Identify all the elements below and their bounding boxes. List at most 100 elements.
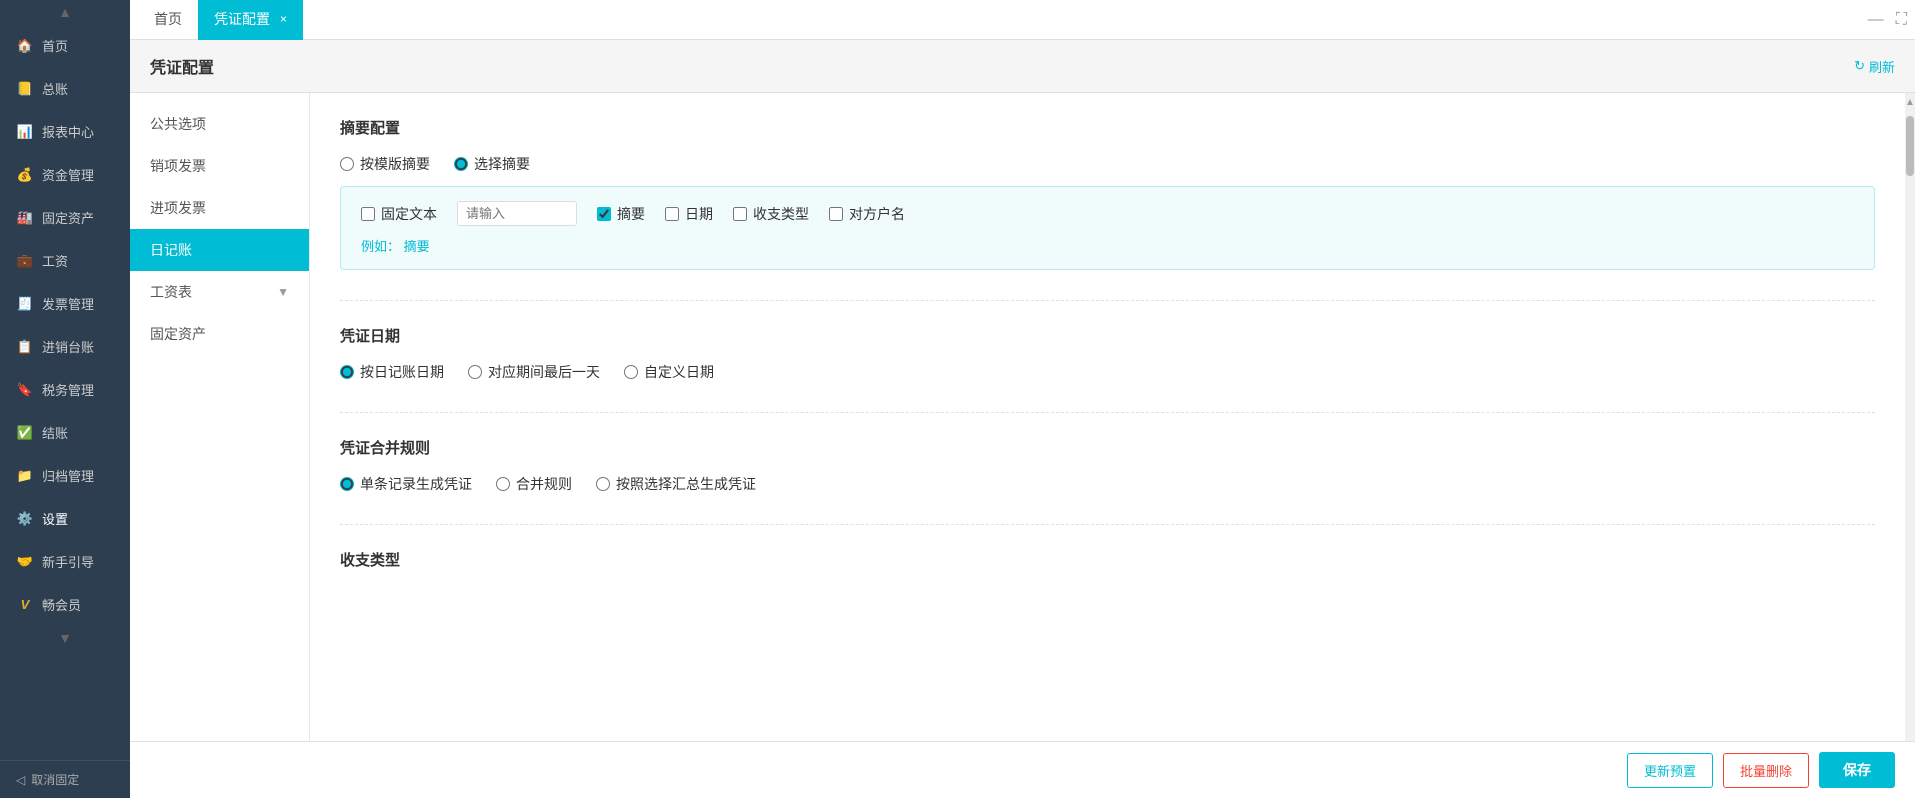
minimize-button[interactable]: —: [1868, 11, 1884, 29]
voucher-date-radio-group: 按日记账日期 对应期间最后一天 自定义日期: [340, 362, 1875, 382]
sidebar-item-invoice[interactable]: 🧾 发票管理: [0, 282, 130, 325]
summary-radio-template[interactable]: 按模版摘要: [340, 154, 430, 174]
payroll-icon: 💼: [16, 252, 34, 270]
window-controls: — ⛶: [1868, 11, 1907, 29]
sidebar-item-funds[interactable]: 💰 资金管理: [0, 153, 130, 196]
voucher-date-custom-input[interactable]: [624, 365, 638, 379]
merge-rule-section: 凭证合并规则 单条记录生成凭证 合并规则 按照选择汇总生成凭证: [340, 437, 1875, 494]
voucher-date-journal-input[interactable]: [340, 365, 354, 379]
summary-radio-select[interactable]: 选择摘要: [454, 154, 530, 174]
merge-rule-summary-label: 按照选择汇总生成凭证: [616, 474, 756, 494]
sidebar-label-reports: 报表中心: [42, 122, 94, 141]
refresh-button[interactable]: ↻ 刷新: [1854, 57, 1895, 76]
sidebar-item-vip[interactable]: V 畅会员: [0, 583, 130, 626]
date-checkbox[interactable]: [665, 207, 679, 221]
settings-icon: ⚙️: [16, 510, 34, 528]
summary-radio-template-label: 按模版摘要: [360, 154, 430, 174]
sidebar-item-archive[interactable]: 📁 归档管理: [0, 454, 130, 497]
archive-icon: 📁: [16, 467, 34, 485]
tab-voucher-config[interactable]: 凭证配置 ×: [198, 0, 303, 40]
merge-rule-summary-input[interactable]: [596, 477, 610, 491]
checkbox-config-area: 固定文本 摘要 日期: [340, 186, 1875, 270]
sidebar-label-vip: 畅会员: [42, 595, 81, 614]
save-button[interactable]: 保存: [1819, 752, 1895, 788]
sidebar-item-purchase-sale[interactable]: 📋 进销台账: [0, 325, 130, 368]
sidebar-item-closing[interactable]: ✅ 结账: [0, 411, 130, 454]
left-nav-sales-invoice[interactable]: 销项发票: [130, 145, 309, 187]
voucher-date-radio-period-last[interactable]: 对应期间最后一天: [468, 362, 600, 382]
checkbox-fixed-text[interactable]: 固定文本: [361, 204, 437, 224]
left-nav-label-fixed-assets: 固定资产: [150, 324, 206, 344]
sidebar-item-fixed-assets[interactable]: 🏭 固定资产: [0, 196, 130, 239]
purchase-sale-icon: 📋: [16, 338, 34, 356]
summary-radio-template-input[interactable]: [340, 157, 354, 171]
voucher-date-period-last-input[interactable]: [468, 365, 482, 379]
voucher-date-journal-label: 按日记账日期: [360, 362, 444, 382]
reports-icon: 📊: [16, 123, 34, 141]
sidebar-scroll-down[interactable]: ▼: [0, 626, 130, 650]
summary-radio-select-input[interactable]: [454, 157, 468, 171]
sidebar: ▲ 🏠 首页 📒 总账 📊 报表中心 💰 资金管理 🏭 固定资产 💼 工资 🧾 …: [0, 0, 130, 798]
sidebar-item-guide[interactable]: 🤝 新手引导: [0, 540, 130, 583]
sidebar-item-payroll[interactable]: 💼 工资: [0, 239, 130, 282]
content-area: 公共选项 销项发票 进项发票 日记账 工资表 ▼ 固定资产: [130, 93, 1915, 741]
counterpart-checkbox[interactable]: [829, 207, 843, 221]
sidebar-scroll-up[interactable]: ▲: [0, 0, 130, 24]
merge-rule-single-input[interactable]: [340, 477, 354, 491]
divider-2: [340, 412, 1875, 413]
merge-rule-title: 凭证合并规则: [340, 437, 1875, 458]
example-text: 例如： 摘要: [361, 236, 1854, 255]
counterpart-label: 对方户名: [849, 204, 905, 224]
left-nav-payroll-table[interactable]: 工资表 ▼: [130, 271, 309, 313]
maximize-button[interactable]: ⛶: [1896, 11, 1907, 29]
left-nav-purchase-invoice[interactable]: 进项发票: [130, 187, 309, 229]
left-nav-journal[interactable]: 日记账: [130, 229, 309, 271]
summary-checkbox[interactable]: [597, 207, 611, 221]
merge-rule-radio-summary[interactable]: 按照选择汇总生成凭证: [596, 474, 756, 494]
merge-rule-merge-label: 合并规则: [516, 474, 572, 494]
tab-home-label: 首页: [154, 9, 182, 29]
sidebar-item-reports[interactable]: 📊 报表中心: [0, 110, 130, 153]
left-nav-public[interactable]: 公共选项: [130, 103, 309, 145]
fixed-text-input[interactable]: [457, 201, 577, 226]
main-scrollbar[interactable]: ▲: [1905, 93, 1915, 741]
sidebar-item-home[interactable]: 🏠 首页: [0, 24, 130, 67]
tab-home[interactable]: 首页: [138, 0, 198, 40]
example-label: 例如：: [361, 239, 400, 254]
merge-rule-merge-input[interactable]: [496, 477, 510, 491]
fixed-text-label: 固定文本: [381, 204, 437, 224]
sidebar-item-ledger[interactable]: 📒 总账: [0, 67, 130, 110]
checkbox-counterpart[interactable]: 对方户名: [829, 204, 905, 224]
checkbox-date[interactable]: 日期: [665, 204, 713, 224]
sidebar-item-settings[interactable]: ⚙️ 设置: [0, 497, 130, 540]
merge-rule-radio-merge[interactable]: 合并规则: [496, 474, 572, 494]
sidebar-label-funds: 资金管理: [42, 165, 94, 184]
voucher-date-radio-custom[interactable]: 自定义日期: [624, 362, 714, 382]
page-header: 凭证配置 ↻ 刷新: [130, 40, 1915, 93]
left-nav-label-payroll-table: 工资表: [150, 282, 192, 302]
scroll-thumb[interactable]: [1906, 116, 1914, 176]
batch-delete-button[interactable]: 批量删除: [1723, 753, 1809, 788]
summary-label: 摘要: [617, 204, 645, 224]
closing-icon: ✅: [16, 424, 34, 442]
merge-rule-radio-single[interactable]: 单条记录生成凭证: [340, 474, 472, 494]
checkbox-income-expense[interactable]: 收支类型: [733, 204, 809, 224]
vip-icon: V: [16, 596, 34, 614]
checkbox-summary[interactable]: 摘要: [597, 204, 645, 224]
sidebar-item-tax[interactable]: 🔖 税务管理: [0, 368, 130, 411]
left-nav-fixed-assets[interactable]: 固定资产: [130, 313, 309, 355]
update-preview-button[interactable]: 更新预置: [1627, 753, 1713, 788]
ledger-icon: 📒: [16, 80, 34, 98]
income-expense-checkbox[interactable]: [733, 207, 747, 221]
sidebar-cancel-pin[interactable]: ◁ 取消固定: [0, 760, 130, 798]
scroll-up-arrow[interactable]: ▲: [1905, 93, 1915, 112]
tab-close-icon[interactable]: ×: [280, 12, 287, 26]
voucher-date-radio-journal[interactable]: 按日记账日期: [340, 362, 444, 382]
summary-radio-select-label: 选择摘要: [474, 154, 530, 174]
summary-radio-group: 按模版摘要 选择摘要: [340, 154, 1875, 174]
sidebar-label-home: 首页: [42, 36, 68, 55]
fixed-text-checkbox[interactable]: [361, 207, 375, 221]
main-area: 首页 凭证配置 × — ⛶ 凭证配置 ↻ 刷新 公共选项 销项发票 进: [130, 0, 1915, 798]
right-content: 摘要配置 按模版摘要 选择摘要: [310, 93, 1905, 741]
tax-icon: 🔖: [16, 381, 34, 399]
